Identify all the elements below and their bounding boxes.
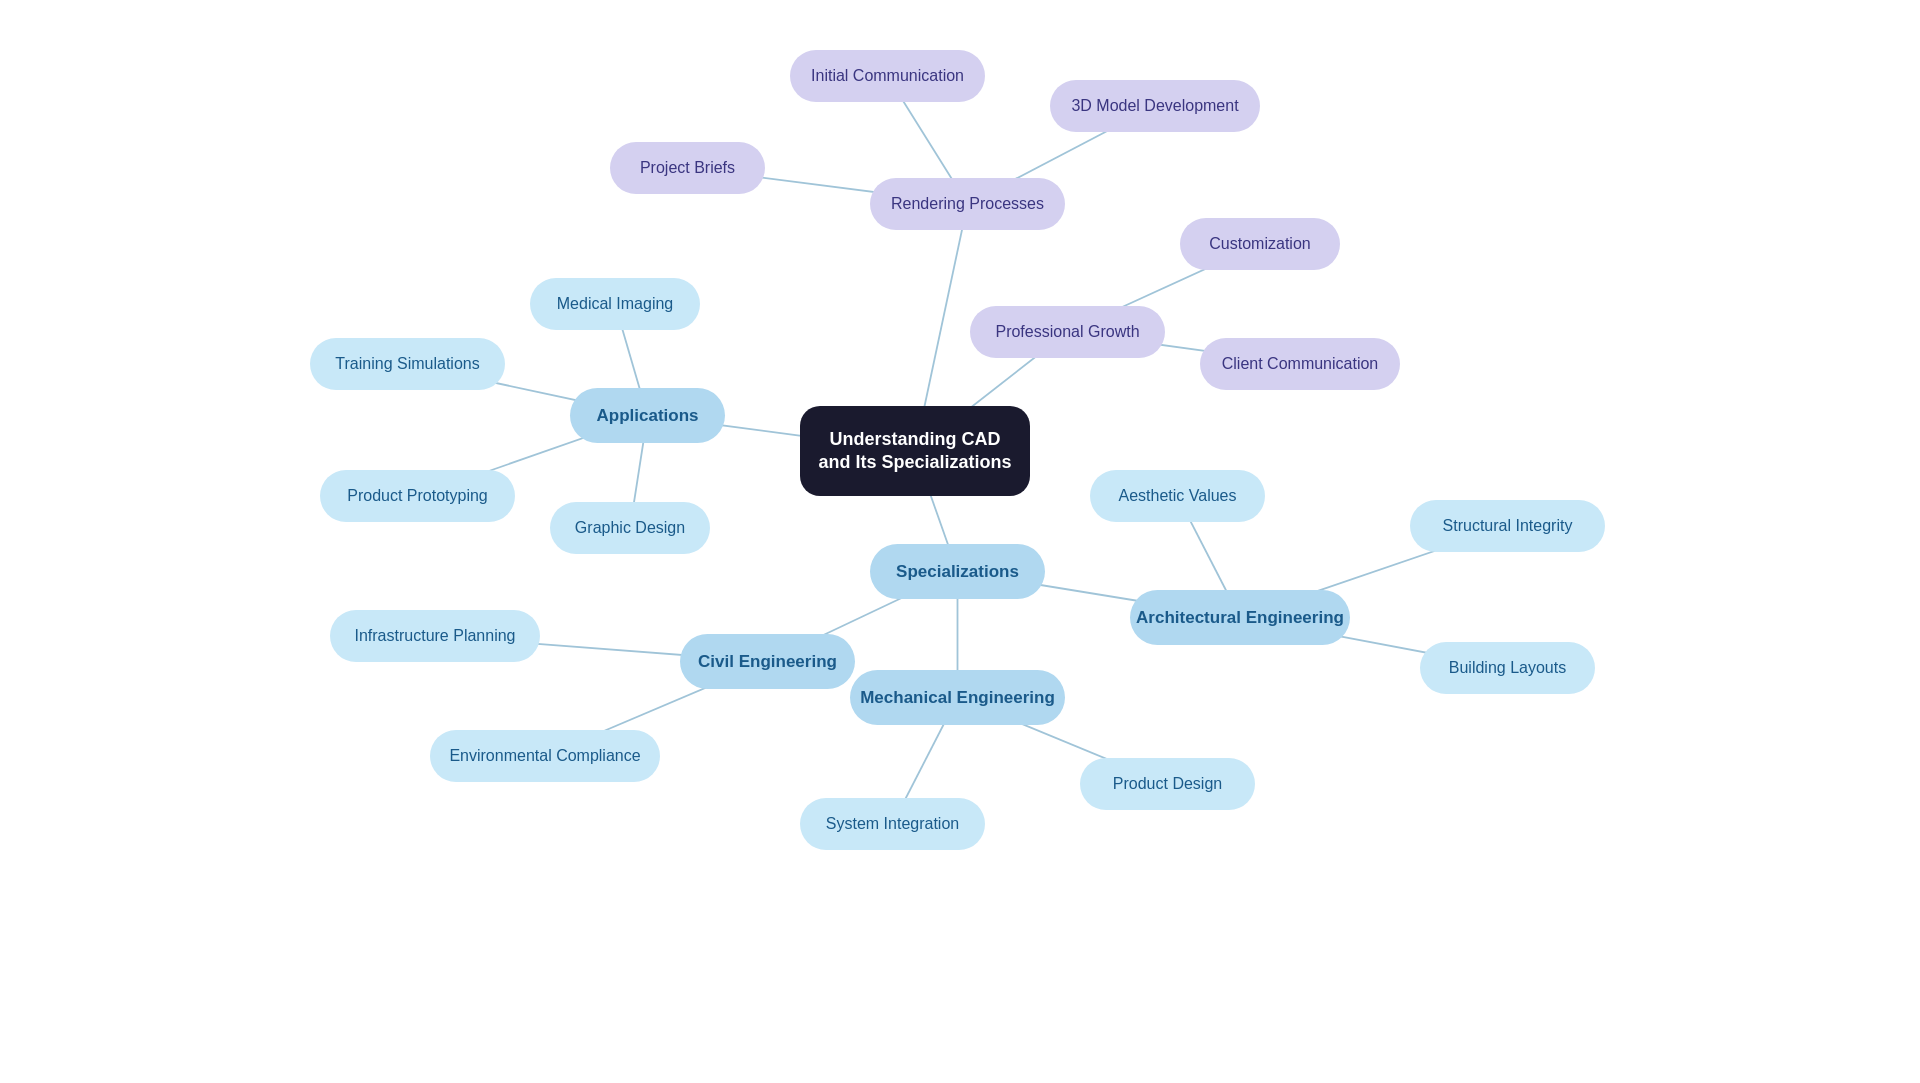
node-label-architectural_engineering: Architectural Engineering xyxy=(1136,608,1344,628)
node-training_simulations[interactable]: Training Simulations xyxy=(310,338,505,390)
connection-lines xyxy=(0,0,1920,1083)
node-project_briefs[interactable]: Project Briefs xyxy=(610,142,765,194)
node-label-applications: Applications xyxy=(596,406,698,426)
node-label-three_d_model: 3D Model Development xyxy=(1071,97,1238,115)
node-system_integration[interactable]: System Integration xyxy=(800,798,985,850)
node-label-center: Understanding CAD and Its Specialization… xyxy=(815,428,1015,475)
node-label-project_briefs: Project Briefs xyxy=(640,159,735,177)
node-civil_engineering[interactable]: Civil Engineering xyxy=(680,634,855,689)
node-medical_imaging[interactable]: Medical Imaging xyxy=(530,278,700,330)
node-label-structural_integrity: Structural Integrity xyxy=(1443,517,1573,535)
node-product_design[interactable]: Product Design xyxy=(1080,758,1255,810)
node-label-infrastructure_planning: Infrastructure Planning xyxy=(355,627,516,645)
node-product_prototyping[interactable]: Product Prototyping xyxy=(320,470,515,522)
node-label-specializations: Specializations xyxy=(896,562,1019,582)
node-infrastructure_planning[interactable]: Infrastructure Planning xyxy=(330,610,540,662)
node-customization[interactable]: Customization xyxy=(1180,218,1340,270)
node-label-client_communication: Client Communication xyxy=(1222,355,1379,373)
node-structural_integrity[interactable]: Structural Integrity xyxy=(1410,500,1605,552)
node-label-initial_communication: Initial Communication xyxy=(811,67,964,85)
node-professional_growth[interactable]: Professional Growth xyxy=(970,306,1165,358)
node-label-rendering_processes: Rendering Processes xyxy=(891,195,1044,213)
node-graphic_design[interactable]: Graphic Design xyxy=(550,502,710,554)
node-label-civil_engineering: Civil Engineering xyxy=(698,652,837,672)
node-label-product_design: Product Design xyxy=(1113,775,1222,793)
node-applications[interactable]: Applications xyxy=(570,388,725,443)
node-initial_communication[interactable]: Initial Communication xyxy=(790,50,985,102)
node-mechanical_engineering[interactable]: Mechanical Engineering xyxy=(850,670,1065,725)
node-architectural_engineering[interactable]: Architectural Engineering xyxy=(1130,590,1350,645)
node-label-environmental_compliance: Environmental Compliance xyxy=(449,747,640,765)
node-label-aesthetic_values: Aesthetic Values xyxy=(1119,487,1237,505)
node-environmental_compliance[interactable]: Environmental Compliance xyxy=(430,730,660,782)
node-label-graphic_design: Graphic Design xyxy=(575,519,685,537)
node-label-customization: Customization xyxy=(1209,235,1310,253)
node-client_communication[interactable]: Client Communication xyxy=(1200,338,1400,390)
node-label-mechanical_engineering: Mechanical Engineering xyxy=(860,688,1055,708)
node-center[interactable]: Understanding CAD and Its Specialization… xyxy=(800,406,1030,496)
node-specializations[interactable]: Specializations xyxy=(870,544,1045,599)
node-building_layouts[interactable]: Building Layouts xyxy=(1420,642,1595,694)
node-aesthetic_values[interactable]: Aesthetic Values xyxy=(1090,470,1265,522)
node-rendering_processes[interactable]: Rendering Processes xyxy=(870,178,1065,230)
node-three_d_model[interactable]: 3D Model Development xyxy=(1050,80,1260,132)
node-label-system_integration: System Integration xyxy=(826,815,959,833)
node-label-product_prototyping: Product Prototyping xyxy=(347,487,488,505)
node-label-medical_imaging: Medical Imaging xyxy=(557,295,674,313)
node-label-professional_growth: Professional Growth xyxy=(995,323,1139,341)
node-label-training_simulations: Training Simulations xyxy=(335,355,479,373)
mindmap-canvas: Understanding CAD and Its Specialization… xyxy=(0,0,1920,1083)
node-label-building_layouts: Building Layouts xyxy=(1449,659,1566,677)
